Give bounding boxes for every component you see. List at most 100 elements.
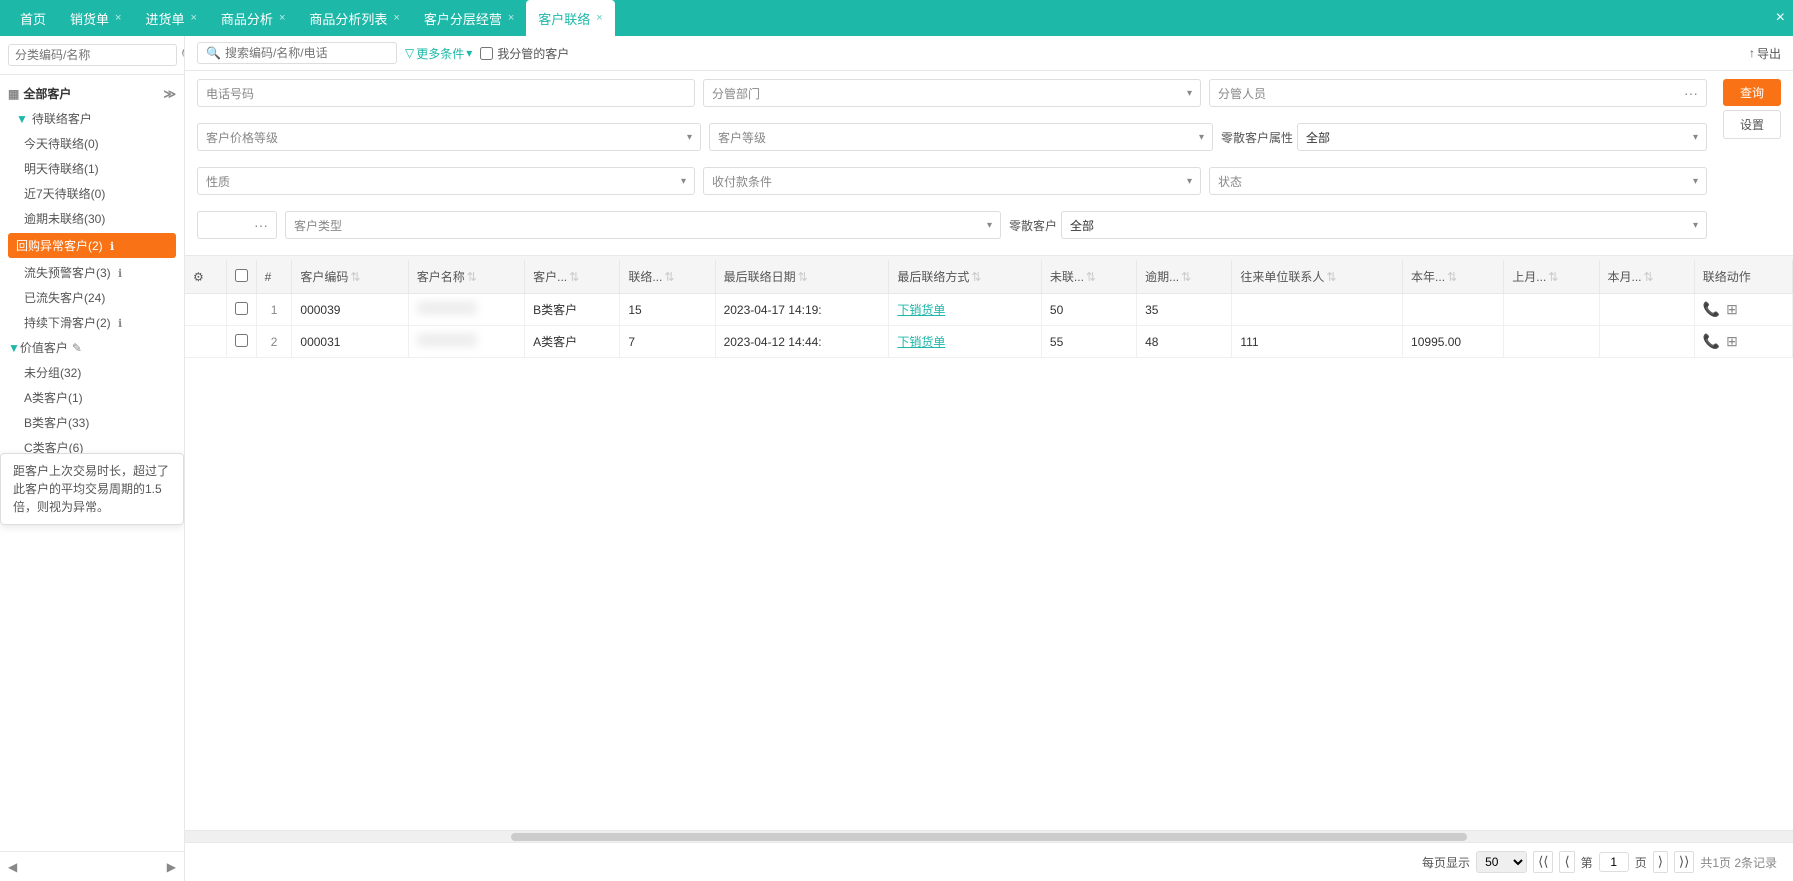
close-icon[interactable]: × xyxy=(508,12,514,24)
horizontal-scrollbar[interactable] xyxy=(185,830,1793,842)
settings-button[interactable]: 设置 xyxy=(1723,110,1781,139)
scattered-customer-field[interactable]: 全部 ▾ xyxy=(1297,123,1707,151)
scroll-thumb[interactable] xyxy=(511,833,1466,841)
sidebar-search-input[interactable] xyxy=(8,44,177,66)
row-select-checkbox[interactable] xyxy=(235,334,248,347)
nature-field[interactable]: 性质 ▾ xyxy=(197,167,695,195)
division-dept-field[interactable]: 分管部门 ▾ xyxy=(703,79,1201,107)
first-page-button[interactable]: ⟨⟨ xyxy=(1533,851,1553,873)
link-sale-order[interactable]: 下销货单 xyxy=(897,335,945,349)
info-icon[interactable]: ℹ xyxy=(118,318,122,330)
row-select-checkbox[interactable] xyxy=(235,302,248,315)
sidebar-item-a-class[interactable]: A类客户(1) xyxy=(0,385,184,410)
query-button[interactable]: 查询 xyxy=(1723,79,1781,106)
retail-customer-field[interactable]: 全部 ▾ xyxy=(1061,211,1707,239)
row-last-contact-date: 2023-04-17 14:19: xyxy=(715,294,889,326)
info-icon[interactable]: ℹ xyxy=(110,241,114,253)
per-page-select[interactable]: 50 100 200 xyxy=(1476,851,1527,873)
my-customers-checkbox[interactable] xyxy=(480,47,493,60)
nav-customer-segmentation[interactable]: 客户分层经营 × xyxy=(412,0,526,36)
division-person-field[interactable]: 分管人员 ··· xyxy=(1209,79,1707,107)
total-records: 共1页 2条记录 xyxy=(1700,854,1777,871)
sort-icon[interactable]: ⇅ xyxy=(664,270,674,284)
prev-page-button[interactable]: ⟨ xyxy=(1559,851,1574,873)
phone-action-icon[interactable]: 📞 xyxy=(1703,333,1720,350)
sidebar-item-ungrouped[interactable]: 未分组(32) xyxy=(0,360,184,385)
sidebar-item-7days-contact[interactable]: 近7天待联络(0) xyxy=(0,181,184,206)
th-settings[interactable]: ⚙ xyxy=(185,260,226,294)
close-icon[interactable]: × xyxy=(596,12,602,24)
sort-icon[interactable]: ⇅ xyxy=(1447,270,1457,284)
sort-icon[interactable]: ⇅ xyxy=(350,270,360,284)
next-page-button[interactable]: ⟩ xyxy=(1653,851,1668,873)
nav-purchase[interactable]: 进货单 × xyxy=(133,0,208,36)
close-all-tabs-button[interactable]: × xyxy=(1776,9,1785,27)
customer-level-field[interactable]: 客户等级 ▾ xyxy=(709,123,1213,151)
price-level-field[interactable]: 客户价格等级 ▾ xyxy=(197,123,701,151)
ellipsis-icon[interactable]: ··· xyxy=(1684,85,1698,101)
close-icon[interactable]: × xyxy=(190,12,196,24)
all-customers-title[interactable]: ▦ 全部客户 ≫ xyxy=(0,81,184,106)
sort-icon[interactable]: ⇅ xyxy=(1548,270,1558,284)
status-field[interactable]: 状态 ▾ xyxy=(1209,167,1707,195)
value-customer-group[interactable]: ▼ 价值客户 ✎ xyxy=(0,335,184,360)
collapse-icon[interactable]: ≫ xyxy=(163,87,176,101)
more-action-icon[interactable]: ⊞ xyxy=(1726,301,1738,318)
sidebar-item-repurchase-abnormal[interactable]: 回购异常客户(2) ℹ xyxy=(8,233,176,258)
page-label-2: 页 xyxy=(1635,854,1647,871)
sidebar-item-overdue-contact[interactable]: 逾期未联络(30) xyxy=(0,206,184,231)
info-icon[interactable]: ℹ xyxy=(118,268,122,280)
close-icon[interactable]: × xyxy=(393,12,399,24)
row-last-contact-method[interactable]: 下销货单 xyxy=(889,326,1042,358)
nav-sales[interactable]: 销货单 × xyxy=(58,0,133,36)
sort-icon[interactable]: ⇅ xyxy=(798,270,808,284)
nav-customer-contact[interactable]: 客户联络 × xyxy=(526,0,614,36)
phone-field[interactable]: 电话号码 xyxy=(197,79,695,107)
customer-type-field[interactable]: 客户类型 ▾ xyxy=(285,211,1001,239)
more-action-icon[interactable]: ⊞ xyxy=(1726,333,1738,350)
link-sale-order[interactable]: 下销货单 xyxy=(897,303,945,317)
right-arrow-icon[interactable]: ▶ xyxy=(167,860,176,874)
ellipsis-icon[interactable]: ··· xyxy=(254,217,268,233)
export-button[interactable]: ↑ 导出 xyxy=(1749,45,1781,62)
sidebar-item-declining[interactable]: 持续下滑客户(2) ℹ xyxy=(0,310,184,335)
customer-search-input[interactable] xyxy=(225,46,388,60)
sort-icon[interactable]: ⇅ xyxy=(1644,270,1654,284)
row-checkbox[interactable] xyxy=(226,294,256,326)
close-icon[interactable]: × xyxy=(279,12,285,24)
sidebar-item-b-class[interactable]: B类客户(33) xyxy=(0,410,184,435)
nav-home[interactable]: 首页 xyxy=(8,0,58,36)
sort-icon[interactable]: ⇅ xyxy=(467,270,477,284)
current-page-input[interactable] xyxy=(1599,852,1629,872)
nav-product-analysis[interactable]: 商品分析 × xyxy=(209,0,297,36)
filter-row-3: 性质 ▾ 收付款条件 ▾ 状态 ▾ xyxy=(197,167,1707,195)
sidebar-item-today-contact[interactable]: 今天待联络(0) xyxy=(0,131,184,156)
sort-icon[interactable]: ⇅ xyxy=(1086,270,1096,284)
sidebar-item-churn-warning[interactable]: 流失预警客户(3) ℹ xyxy=(0,260,184,285)
row-checkbox[interactable] xyxy=(226,326,256,358)
row-num: 2 xyxy=(256,326,292,358)
edit-icon[interactable]: ✎ xyxy=(72,341,82,355)
my-customers-checkbox-label[interactable]: 我分管的客户 xyxy=(480,45,569,62)
payment-terms-field[interactable]: 收付款条件 ▾ xyxy=(703,167,1201,195)
more-field[interactable]: ··· xyxy=(197,211,277,239)
filter-buttons: 查询 设置 xyxy=(1723,79,1781,139)
close-icon[interactable]: × xyxy=(115,12,121,24)
nav-product-analysis-list[interactable]: 商品分析列表 × xyxy=(297,0,411,36)
sidebar-item-tomorrow-contact[interactable]: 明天待联络(1) xyxy=(0,156,184,181)
row-code: 000031 xyxy=(292,326,408,358)
left-arrow-icon[interactable]: ◀ xyxy=(8,860,17,874)
more-conditions-button[interactable]: ▽ 更多条件 ▾ xyxy=(405,45,472,62)
last-page-button[interactable]: ⟩⟩ xyxy=(1674,851,1694,873)
row-num: 1 xyxy=(256,294,292,326)
sort-icon[interactable]: ⇅ xyxy=(1181,270,1191,284)
row-last-contact-method[interactable]: 下销货单 xyxy=(889,294,1042,326)
sort-icon[interactable]: ⇅ xyxy=(569,270,579,284)
th-checkbox[interactable] xyxy=(226,260,256,294)
sort-icon[interactable]: ⇅ xyxy=(1326,270,1336,284)
pending-contact-group[interactable]: ▼ 待联络客户 xyxy=(0,106,184,131)
select-all-checkbox[interactable] xyxy=(235,269,248,282)
phone-action-icon[interactable]: 📞 xyxy=(1703,301,1720,318)
sort-icon[interactable]: ⇅ xyxy=(971,270,981,284)
sidebar-item-churned[interactable]: 已流失客户(24) xyxy=(0,285,184,310)
